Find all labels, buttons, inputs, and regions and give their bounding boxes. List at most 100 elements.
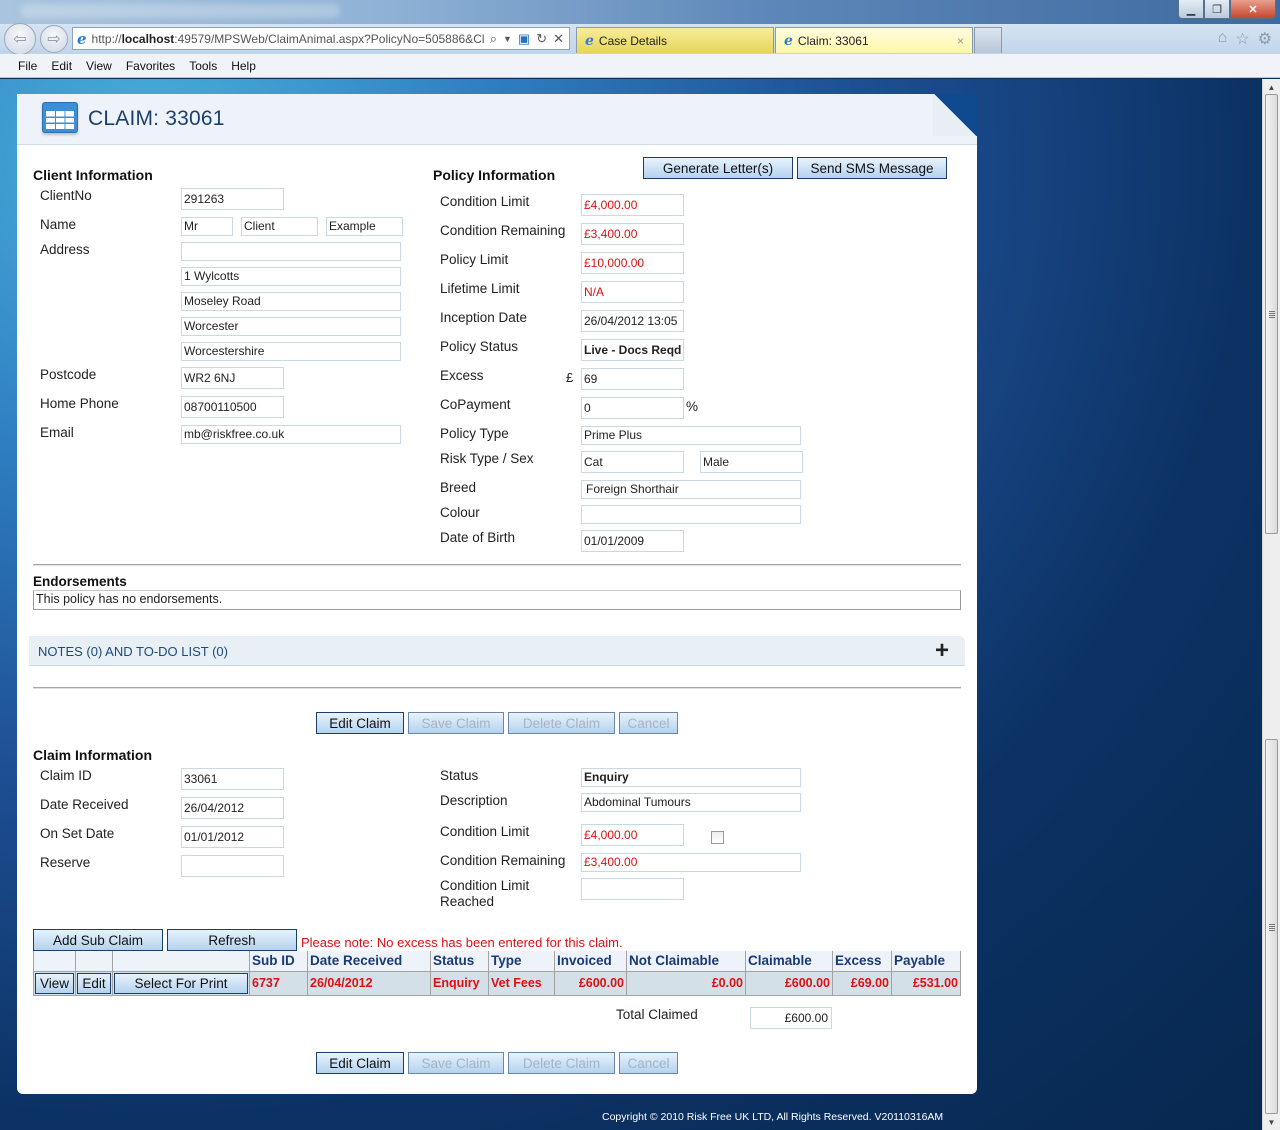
claim-condition-limit-field[interactable]: £4,000.00 — [581, 824, 684, 846]
send-sms-button[interactable]: Send SMS Message — [797, 157, 947, 179]
risk-type-field[interactable]: Cat — [581, 451, 684, 473]
on-set-date-label: On Set Date — [40, 826, 115, 841]
select-for-print-button[interactable]: Select For Print — [114, 972, 248, 994]
notes-todo-label[interactable]: NOTES (0) AND TO-DO LIST (0) — [38, 644, 228, 659]
edit-claim-button[interactable]: Edit Claim — [316, 712, 404, 734]
tab-close-icon[interactable]: × — [957, 34, 964, 48]
copayment-field[interactable]: 0 — [581, 397, 684, 419]
ie-logo-icon: e — [784, 32, 793, 49]
address-line-3[interactable]: Moseley Road — [181, 292, 401, 311]
scroll-down-arrow-icon[interactable]: ▼ — [1263, 1114, 1280, 1130]
save-claim-button[interactable]: Save Claim — [408, 712, 504, 734]
date-of-birth-field[interactable]: 01/01/2009 — [581, 530, 684, 552]
date-received-field[interactable]: 26/04/2012 — [181, 797, 284, 819]
home-icon[interactable]: ⌂ — [1218, 29, 1228, 49]
policy-condition-remaining-field[interactable]: £3,400.00 — [581, 223, 684, 245]
cell-type: Vet Fees — [488, 970, 555, 996]
claim-status-label: Status — [440, 768, 479, 783]
inception-date-field[interactable]: 26/04/2012 13:05 — [581, 310, 684, 332]
scroll-up-arrow-icon[interactable]: ▲ — [1263, 79, 1280, 95]
claim-condition-limit-label: Condition Limit — [440, 824, 530, 839]
menu-favorites[interactable]: Favorites — [126, 59, 175, 73]
vertical-scrollbar[interactable]: ▲ ▼ — [1262, 79, 1280, 1130]
condition-limit-reached-field[interactable] — [581, 878, 684, 900]
cell-sub-id: 6737 — [249, 970, 308, 996]
cell-excess: £69.00 — [832, 970, 892, 996]
name-first-field[interactable]: Client — [241, 217, 318, 236]
generate-letters-button[interactable]: Generate Letter(s) — [643, 157, 793, 179]
menu-tools[interactable]: Tools — [189, 59, 217, 73]
cancel-button[interactable]: Cancel — [619, 712, 678, 734]
address-line-2[interactable]: 1 Wylcotts — [181, 267, 401, 286]
address-bar[interactable]: e http://localhost:49579/MPSWeb/ClaimAni… — [72, 27, 570, 50]
menu-help[interactable]: Help — [231, 59, 256, 73]
address-line-5[interactable]: Worcestershire — [181, 342, 401, 361]
client-no-field[interactable]: 291263 — [181, 188, 284, 210]
delete-claim-button[interactable]: Delete Claim — [508, 712, 615, 734]
breed-field[interactable]: Foreign Shorthair — [581, 480, 801, 499]
claim-condition-remaining-field[interactable]: £3,400.00 — [581, 853, 801, 872]
cancel-button-bottom[interactable]: Cancel — [619, 1052, 678, 1074]
back-button[interactable]: ⇦ — [4, 23, 36, 55]
scroll-thumb-lower[interactable] — [1265, 739, 1278, 1114]
email-field[interactable]: mb@riskfree.co.uk — [181, 425, 401, 444]
cell-claimable: £600.00 — [745, 970, 833, 996]
copayment-label: CoPayment — [440, 397, 511, 412]
excess-field[interactable]: 69 — [581, 368, 684, 390]
address-line-4[interactable]: Worcester — [181, 317, 401, 336]
policy-status-field[interactable]: Live - Docs Reqd — [581, 339, 684, 361]
refresh-icon[interactable]: ↻ — [536, 31, 547, 47]
gear-icon[interactable]: ⚙ — [1258, 29, 1272, 49]
claim-status-field[interactable]: Enquiry — [581, 768, 801, 787]
forward-button[interactable]: ⇨ — [40, 25, 68, 53]
name-last-field[interactable]: Example — [326, 217, 403, 236]
policy-type-field[interactable]: Prime Plus — [581, 426, 801, 445]
policy-limit-field[interactable]: £10,000.00 — [581, 252, 684, 274]
home-phone-field[interactable]: 08700110500 — [181, 396, 284, 418]
address-line-1[interactable] — [181, 242, 401, 261]
notes-todo-bar[interactable]: NOTES (0) AND TO-DO LIST (0) + — [29, 636, 965, 666]
new-tab-button[interactable] — [974, 27, 1002, 53]
save-claim-button-bottom[interactable]: Save Claim — [408, 1052, 504, 1074]
expand-plus-icon[interactable]: + — [935, 637, 949, 665]
divider — [33, 564, 961, 566]
condition-limit-checkbox[interactable] — [711, 831, 724, 844]
close-window-button[interactable]: ✕ — [1230, 0, 1276, 19]
search-icon[interactable]: ⌕ — [490, 31, 497, 47]
cell-payable: £531.00 — [891, 970, 961, 996]
lifetime-limit-field[interactable]: N/A — [581, 281, 684, 303]
window-titlebar: ▁ ❐ ✕ — [0, 0, 1280, 24]
menu-edit[interactable]: Edit — [51, 59, 72, 73]
stop-icon[interactable]: ✕ — [553, 31, 564, 47]
add-sub-claim-button[interactable]: Add Sub Claim — [33, 929, 163, 951]
scroll-thumb[interactable] — [1265, 94, 1278, 534]
menu-view[interactable]: View — [86, 59, 112, 73]
dropdown-arrow-icon[interactable]: ▼ — [503, 34, 512, 47]
policy-limit-label: Policy Limit — [440, 252, 509, 267]
colour-field[interactable] — [581, 505, 801, 524]
sex-field[interactable]: Male — [700, 451, 803, 473]
policy-condition-limit-field[interactable]: £4,000.00 — [581, 194, 684, 216]
total-claimed-field[interactable]: £600.00 — [750, 1007, 832, 1029]
favorites-star-icon[interactable]: ☆ — [1235, 29, 1249, 49]
delete-claim-button-bottom[interactable]: Delete Claim — [508, 1052, 615, 1074]
compatibility-view-icon[interactable]: ▣ — [518, 31, 530, 47]
menu-file[interactable]: File — [18, 59, 37, 73]
edit-claim-button-bottom[interactable]: Edit Claim — [316, 1052, 404, 1074]
reserve-field[interactable] — [181, 855, 284, 877]
restore-button[interactable]: ❐ — [1204, 0, 1230, 19]
view-sub-claim-button[interactable]: View — [35, 972, 74, 994]
claim-id-field[interactable]: 33061 — [181, 768, 284, 790]
minimize-button[interactable]: ▁ — [1178, 0, 1204, 19]
tab-claim[interactable]: e Claim: 33061 × — [775, 27, 973, 53]
tab-case-details[interactable]: e Case Details — [576, 27, 774, 53]
description-field[interactable]: Abdominal Tumours — [581, 793, 801, 812]
on-set-date-field[interactable]: 01/01/2012 — [181, 826, 284, 848]
refresh-button[interactable]: Refresh — [167, 929, 297, 951]
grip-icon — [1269, 311, 1275, 318]
excess-label: Excess — [440, 368, 484, 383]
edit-sub-claim-button[interactable]: Edit — [77, 972, 111, 994]
postcode-field[interactable]: WR2 6NJ — [181, 367, 284, 389]
url-text[interactable]: http://localhost:49579/MPSWeb/ClaimAnima… — [92, 32, 490, 46]
name-title-field[interactable]: Mr — [181, 217, 233, 236]
